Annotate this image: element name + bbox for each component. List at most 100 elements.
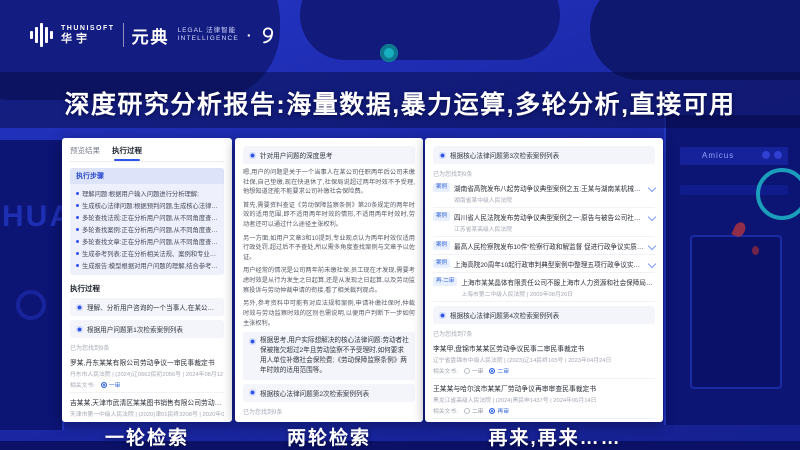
case-title[interactable]: 罗某,丹东某某有限公司劳动争议一审民事裁定书: [70, 357, 224, 367]
tagline-line2: INTELLIGENCE: [178, 35, 239, 43]
case-title[interactable]: 吉某某,天津市武清区某某图书销售有限公司劳动争议二审民事判决书: [70, 397, 224, 407]
brand-text: THUNISOFT 华宇: [61, 25, 115, 45]
tagged-case-main: 四川省人民法院发布劳动争议典型案例之一:原告与被告公司社会保险纠纷案——认定社会…: [454, 212, 645, 233]
analysis-paragraph: 首先,需要资料查证《劳动保障监察条例》第20条规定的两年时效的适用范围,即不适用…: [243, 201, 415, 230]
step-text: 生成报告:模型根据对用户问题的理解,结合参考资料生成深度研究分析报告。: [82, 261, 218, 270]
illustration-right-machine: Amicus: [664, 115, 800, 425]
case-row[interactable]: 王某某与哈尔滨市某某厂劳动争议再审审查民事裁定书 黑龙江省高级人民法院 | (2…: [433, 379, 655, 419]
step-text: 生成核心法律问题:根据预判问题,生成核心法律问题;: [82, 201, 218, 210]
radio-icon: [489, 408, 495, 414]
red-decor: [752, 246, 759, 255]
step-item: 多轮查找案例:正在分析用户问题,从不同角度查找案例;: [70, 223, 224, 235]
step-dot-icon: [76, 264, 79, 267]
mascot-swirl-icon: [260, 26, 276, 44]
result-count: 已为您找到9条: [433, 169, 655, 178]
doc-radio-selected[interactable]: 一审: [101, 380, 121, 389]
bullet-icon: [439, 152, 446, 159]
section-title: 执行过程: [70, 283, 224, 294]
case-meta: 辽宁省盘锦市中级人民法院 | (2023)辽14民终165号 | 2023年04…: [433, 355, 655, 364]
tagged-case-title[interactable]: 四川省人民法院发布劳动争议典型案例之一:原告与被告公司社会保险纠纷案——认定社会…: [454, 212, 645, 222]
doc-radio-selected[interactable]: 二审: [126, 420, 146, 422]
analysis-paragraph: 另一方面,如用户文章3和10提到,专业观点认为两年时效仅适用行政处罚,超过后不予…: [243, 234, 415, 263]
process-log-text: 根据用户问题第1次检索案例列表: [87, 324, 183, 334]
process-log-row: 根据核心法律问题第3次检索案例列表: [433, 146, 655, 164]
case-row[interactable]: 张文通,石某某劳动争议一审民事判决书 某某市人民法院 | (2020)冀0185…: [433, 419, 655, 422]
tagged-case-title[interactable]: 上海市某某晶体有限责任公司不服上海市人力资源和社会保障局等劳动和社会保障行政确认…: [461, 277, 655, 287]
panel-round1: 预览结果执行过程 执行步骤 理解问题:根据用户输入问题进行分析理解;生成核心法律…: [62, 138, 232, 422]
case-row[interactable]: 罗某,丹东某某有限公司劳动争议一审民事裁定书 丹东市人民法院 | (2024)辽…: [70, 353, 224, 393]
right-rows: 根据核心法律问题第3次检索案例列表 已为您找到9条 案例 湖南省高院发布八起劳动…: [433, 146, 655, 422]
caption-round1: 一轮检索: [62, 423, 232, 450]
case-title[interactable]: 王某某与哈尔滨市某某厂劳动争议再审审查民事裁定书: [433, 383, 655, 393]
tagline-line1: LEGAL 法律智能: [178, 27, 239, 35]
tagged-case-row[interactable]: 案例 最高人民检察院发布10件“检察行政和解监督 促进行政争议实质性化解”典型案…: [433, 237, 655, 255]
logo-middot: ·: [247, 27, 252, 43]
tagged-case-main: 最高人民检察院发布10件“检察行政和解监督 促进行政争议实质性化解”典型案例之九…: [454, 241, 645, 251]
doc-label: 再审: [160, 420, 172, 422]
chevron-down-icon[interactable]: [648, 242, 656, 250]
chevron-down-icon[interactable]: [648, 184, 656, 192]
tagged-case-row[interactable]: 案例 湖南省高院发布八起劳动争议典型案例之五:王某与湖南某机械设备有限公司工伤保…: [433, 179, 655, 208]
process-log-row: 根据核心法律问题第4次检索案例列表: [433, 306, 655, 324]
tagged-case-title[interactable]: 最高人民检察院发布10件“检察行政和解监督 促进行政争议实质性化解”典型案例之九…: [454, 241, 645, 251]
doc-options: 一审: [101, 380, 121, 389]
step-dot-icon: [76, 228, 79, 231]
doc-radio[interactable]: 一审: [464, 366, 484, 375]
tagged-case-title[interactable]: 湖南省高院发布八起劳动争议典型案例之五:王某与湖南某机械设备有限公司工伤保险待遇…: [454, 183, 645, 193]
case-type-tag: 再·二审: [433, 277, 457, 286]
doc-radio[interactable]: 一审: [101, 420, 121, 422]
step-item: 多轮查找文章:正在分析用户问题,从不同角度查找专业文章;: [70, 235, 224, 247]
case-row[interactable]: 吉某某,天津市武清区某某图书销售有限公司劳动争议二审民事判决书 天津市第一中级人…: [70, 393, 224, 422]
chevron-down-icon[interactable]: [648, 260, 656, 268]
doc-options: 一审二审: [464, 366, 509, 375]
doc-radio[interactable]: 再审: [152, 420, 172, 422]
illustration-left-building: HUA: [0, 140, 64, 430]
radio-icon: [152, 422, 158, 423]
tab-inactive[interactable]: 预览结果: [70, 145, 100, 156]
tagged-case-row[interactable]: 再·二审 上海市某某晶体有限责任公司不服上海市人力资源和社会保障局等劳动和社会保…: [433, 273, 655, 302]
caption-round2: 两轮检索: [235, 423, 423, 450]
case-type-tag: 案例: [433, 212, 450, 221]
chevron-down-icon[interactable]: [648, 213, 656, 221]
doc-radio-selected[interactable]: 再审: [489, 406, 509, 415]
case-type-tag: 案例: [433, 259, 450, 268]
process-log-text: 针对用户问题的深度思考: [260, 150, 333, 160]
related-docs: 相关文书: 一审二审再审: [70, 420, 224, 422]
doc-radio[interactable]: 二审: [464, 406, 484, 415]
process-log-row: 根据思考,用户实际想解决的核心法律问题:劳动者社保被拖欠超过2年且劳动监察不予受…: [243, 332, 415, 380]
step-dot-icon: [76, 216, 79, 219]
tagged-case-title[interactable]: 上海高院20周年10起行政审判典型案例中整理五项行政争议实质解决典型案例之六:郭…: [454, 259, 645, 269]
caption-more: 再来,再来……: [425, 423, 685, 450]
case-title[interactable]: 李某甲,盘锦市某某区劳动争议民事二审民事裁定书: [433, 343, 655, 353]
related-docs: 相关文书: 一审二审: [433, 366, 655, 375]
step-text: 多轮查找法规:正在分析用户问题,从不同角度查找法规;: [82, 213, 218, 222]
case-row[interactable]: 李某甲,盘锦市某某区劳动争议民事二审民事裁定书 辽宁省盘锦市中级人民法院 | (…: [433, 339, 655, 379]
bullet-icon: [76, 304, 83, 311]
tab-active[interactable]: 执行过程: [112, 145, 142, 156]
product-name: 元典: [132, 23, 170, 48]
case-title[interactable]: 杨某某与诸暨市某某水泥有限公司劳动争议一审民事判决书: [243, 421, 415, 422]
tagged-case-row[interactable]: 案例 四川省人民法院发布劳动争议典型案例之一:原告与被告公司社会保险纠纷案——认…: [433, 208, 655, 237]
case-row[interactable]: 杨某某与诸暨市某某水泥有限公司劳动争议一审民事判决书 诸暨市人民法院 | (20…: [243, 417, 415, 422]
case-meta: 黑龙江省高级人民法院 | (2024)黑民申1437号 | 2024年06月14…: [433, 395, 655, 404]
radio-icon: [126, 422, 132, 423]
step-item: 多轮查找法规:正在分析用户问题,从不同角度查找法规;: [70, 211, 224, 223]
result-count: 已为您找到9条: [243, 407, 415, 416]
step-text: 多轮查找案例:正在分析用户问题,从不同角度查找案例;: [82, 225, 218, 234]
tagged-case-sub: 上海市第二中级人民法院 | 2009年08月26日: [461, 289, 655, 298]
tagged-case-row[interactable]: 案例 上海高院20周年10起行政审判典型案例中整理五项行政争议实质解决典型案例之…: [433, 255, 655, 273]
steps-box: 执行步骤 理解问题:根据用户输入问题进行分析理解;生成核心法律问题:根据预判问题…: [70, 168, 224, 275]
slide: HUA Amicus THUNISOFT 华宇 元典 LEGAL 法律智能 IN…: [0, 0, 800, 450]
machine-knob: [762, 151, 770, 159]
step-item: 生成参考列表:正在分析相关法规、案例和专业文章,生成参考列表;: [70, 247, 224, 259]
step-dot-icon: [76, 240, 79, 243]
logo-divider: [123, 23, 124, 47]
case-type-tag: 案例: [433, 183, 450, 192]
cloud-shape: [590, 0, 800, 80]
radio-icon: [101, 422, 107, 423]
tagged-case-main: 湖南省高院发布八起劳动争议典型案例之五:王某与湖南某机械设备有限公司工伤保险待遇…: [454, 183, 645, 204]
analysis-paragraph: 另外,参考资料中可能有对应法规和案例,申请补缴社保时,仲裁时效与劳动监察时效的区…: [243, 299, 415, 328]
doc-label: 一审: [109, 420, 121, 422]
step-text: 生成参考列表:正在分析相关法规、案例和专业文章,生成参考列表;: [82, 249, 218, 258]
doc-radio-selected[interactable]: 二审: [489, 366, 509, 375]
